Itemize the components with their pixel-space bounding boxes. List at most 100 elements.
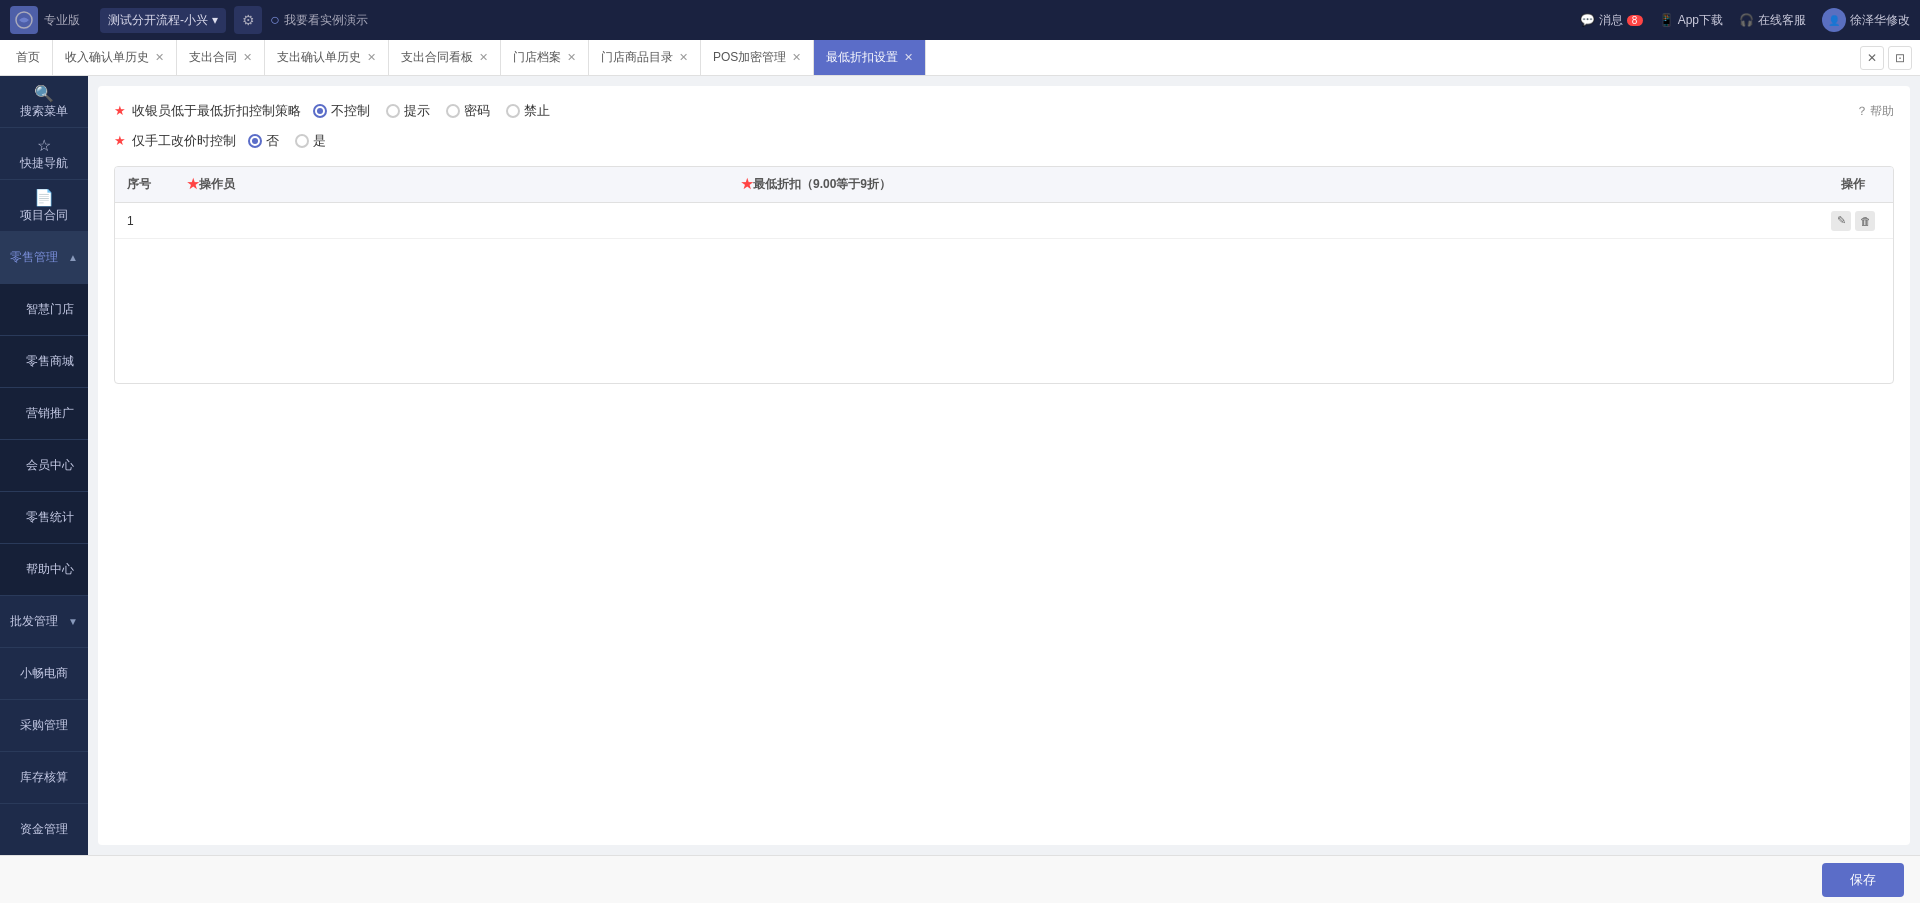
close-expense-board-icon[interactable]: ✕ — [479, 51, 488, 64]
sidebar-item-retail-mall[interactable]: 零售商城 — [0, 336, 88, 388]
sidebar-item-retail-stats[interactable]: 零售统计 — [0, 492, 88, 544]
star-icon: ☆ — [37, 136, 51, 155]
manual-radio-group: 否 是 — [248, 132, 326, 150]
download-icon: 📱 — [1659, 13, 1674, 27]
sidebar-item-help-center[interactable]: 帮助中心 — [0, 544, 88, 596]
sidebar-purchase-label: 采购管理 — [20, 717, 68, 734]
tab-min-discount[interactable]: 最低折扣设置 ✕ — [814, 40, 926, 76]
sidebar-project-contract-label: 项目合同 — [20, 207, 68, 224]
sidebar-member-center-label: 会员中心 — [26, 457, 74, 474]
tab-expense-confirm-history[interactable]: 支出确认单历史 ✕ — [265, 40, 389, 76]
top-bar-middle: 测试分开流程-小兴 ▾ ⚙ ○ 我要看实例演示 — [90, 6, 1580, 34]
edit-icon: ✎ — [1837, 214, 1846, 227]
tab-store-catalog[interactable]: 门店商品目录 ✕ — [589, 40, 701, 76]
sidebar-item-inventory[interactable]: 库存核算 — [0, 752, 88, 804]
message-label: 消息 — [1599, 12, 1623, 29]
policy-radio-no-control[interactable]: 不控制 — [313, 102, 370, 120]
discount-table: 序号 ★操作员 ★最低折扣（9.00等于9折） 操作 1 — [114, 166, 1894, 384]
sidebar-smart-store-label: 智慧门店 — [26, 301, 74, 318]
sidebar-item-retail-management[interactable]: 零售管理 ▲ — [0, 232, 88, 284]
settings-button[interactable]: ⚙ — [234, 6, 262, 34]
table-body: 1 ✎ 🗑 — [115, 203, 1893, 383]
close-pos-encrypt-icon[interactable]: ✕ — [792, 51, 801, 64]
operator-required-mark: ★ — [187, 177, 199, 191]
tab-bar: 首页 收入确认单历史 ✕ 支出合同 ✕ 支出确认单历史 ✕ 支出合同看板 ✕ 门… — [0, 40, 1920, 76]
message-button[interactable]: 💬 消息 8 — [1580, 12, 1643, 29]
help-link[interactable]: ？ 帮助 — [1856, 103, 1894, 120]
manual-form-row: ★ 仅手工改价时控制 否 是 — [114, 132, 1894, 150]
gear-icon: ⚙ — [242, 12, 255, 28]
app-download-label: App下载 — [1678, 12, 1723, 29]
project-selector[interactable]: 测试分开流程-小兴 ▾ — [100, 8, 226, 33]
policy-radio-hint[interactable]: 提示 — [386, 102, 430, 120]
tab-expense-confirm-history-label: 支出确认单历史 — [277, 49, 361, 66]
discount-required-mark: ★ — [741, 177, 753, 191]
policy-form-row: ★ 收银员低于最低折扣控制策略 不控制 提示 — [114, 102, 1894, 120]
close-expense-confirm-history-icon[interactable]: ✕ — [367, 51, 376, 64]
tab-expense-board[interactable]: 支出合同看板 ✕ — [389, 40, 501, 76]
tab-expense-contract[interactable]: 支出合同 ✕ — [177, 40, 265, 76]
app-download-button[interactable]: 📱 App下载 — [1659, 12, 1723, 29]
sidebar-item-capital[interactable]: 资金管理 — [0, 804, 88, 855]
search-icon: 🔍 — [34, 84, 54, 103]
sidebar-item-wholesale[interactable]: 批发管理 ▼ — [0, 596, 88, 648]
sidebar-item-search[interactable]: 🔍 搜索菜单 — [0, 76, 88, 128]
user-profile-button[interactable]: 👤 徐泽华修改 — [1822, 8, 1910, 32]
app-logo: 专业版 — [10, 6, 90, 34]
sidebar-item-ecommerce[interactable]: 小畅电商 — [0, 648, 88, 700]
sidebar-item-marketing[interactable]: 营销推广 — [0, 388, 88, 440]
tab-home-label: 首页 — [16, 49, 40, 66]
radio-forbid-circle — [506, 104, 520, 118]
sidebar-wholesale-label: 批发管理 — [10, 613, 58, 630]
delete-row-button[interactable]: 🗑 — [1855, 211, 1875, 231]
sidebar-item-member-center[interactable]: 会员中心 — [0, 440, 88, 492]
tab-store-profile-label: 门店档案 — [513, 49, 561, 66]
sidebar-item-project-contract[interactable]: 📄 项目合同 — [0, 180, 88, 232]
radio-no-control-circle — [313, 104, 327, 118]
policy-radio-forbid[interactable]: 禁止 — [506, 102, 550, 120]
edit-row-button[interactable]: ✎ — [1831, 211, 1851, 231]
manual-required-mark: ★ — [114, 133, 126, 148]
sidebar-help-center-label: 帮助中心 — [26, 561, 74, 578]
demo-button[interactable]: ○ 我要看实例演示 — [270, 11, 368, 29]
close-min-discount-icon[interactable]: ✕ — [904, 51, 913, 64]
sidebar-item-quick-nav[interactable]: ☆ 快捷导航 — [0, 128, 88, 180]
close-store-profile-icon[interactable]: ✕ — [567, 51, 576, 64]
radio-no-control-label: 不控制 — [331, 102, 370, 120]
radio-yes-label: 是 — [313, 132, 326, 150]
tab-store-profile[interactable]: 门店档案 ✕ — [501, 40, 589, 76]
policy-radio-group: 不控制 提示 密码 禁止 — [313, 102, 550, 120]
project-name: 测试分开流程-小兴 — [108, 12, 208, 29]
close-income-history-icon[interactable]: ✕ — [155, 51, 164, 64]
tab-expense-contract-label: 支出合同 — [189, 49, 237, 66]
sidebar-item-purchase[interactable]: 采购管理 — [0, 700, 88, 752]
online-service-button[interactable]: 🎧 在线客服 — [1739, 12, 1806, 29]
manual-radio-yes[interactable]: 是 — [295, 132, 326, 150]
table-row: 1 ✎ 🗑 — [115, 203, 1893, 239]
radio-password-circle — [446, 104, 460, 118]
sidebar-item-smart-store[interactable]: 智慧门店 — [0, 284, 88, 336]
tab-income-history[interactable]: 收入确认单历史 ✕ — [53, 40, 177, 76]
close-expense-contract-icon[interactable]: ✕ — [243, 51, 252, 64]
tab-pos-encrypt[interactable]: POS加密管理 ✕ — [701, 40, 814, 76]
arrow-up-icon: ▲ — [68, 252, 78, 263]
trash-icon: 🗑 — [1860, 215, 1871, 227]
top-bar: 专业版 测试分开流程-小兴 ▾ ⚙ ○ 我要看实例演示 💬 消息 8 📱 App… — [0, 0, 1920, 40]
manual-radio-no[interactable]: 否 — [248, 132, 279, 150]
td-seq-1: 1 — [115, 214, 175, 228]
close-store-catalog-icon[interactable]: ✕ — [679, 51, 688, 64]
save-button[interactable]: 保存 — [1822, 863, 1904, 897]
policy-radio-password[interactable]: 密码 — [446, 102, 490, 120]
sidebar-search-label: 搜索菜单 — [20, 103, 68, 120]
sidebar-quick-nav-label: 快捷导航 — [20, 155, 68, 172]
logo-icon — [10, 6, 38, 34]
close-tab-button[interactable]: ✕ — [1860, 46, 1884, 70]
circle-icon: ○ — [270, 11, 280, 29]
top-bar-right: 💬 消息 8 📱 App下载 🎧 在线客服 👤 徐泽华修改 — [1580, 8, 1910, 32]
sidebar-retail-mall-label: 零售商城 — [26, 353, 74, 370]
maximize-tab-button[interactable]: ⊡ — [1888, 46, 1912, 70]
th-ops: 操作 — [1813, 176, 1893, 193]
tab-pos-encrypt-label: POS加密管理 — [713, 49, 786, 66]
tab-min-discount-label: 最低折扣设置 — [826, 49, 898, 66]
tab-home[interactable]: 首页 — [4, 40, 53, 76]
